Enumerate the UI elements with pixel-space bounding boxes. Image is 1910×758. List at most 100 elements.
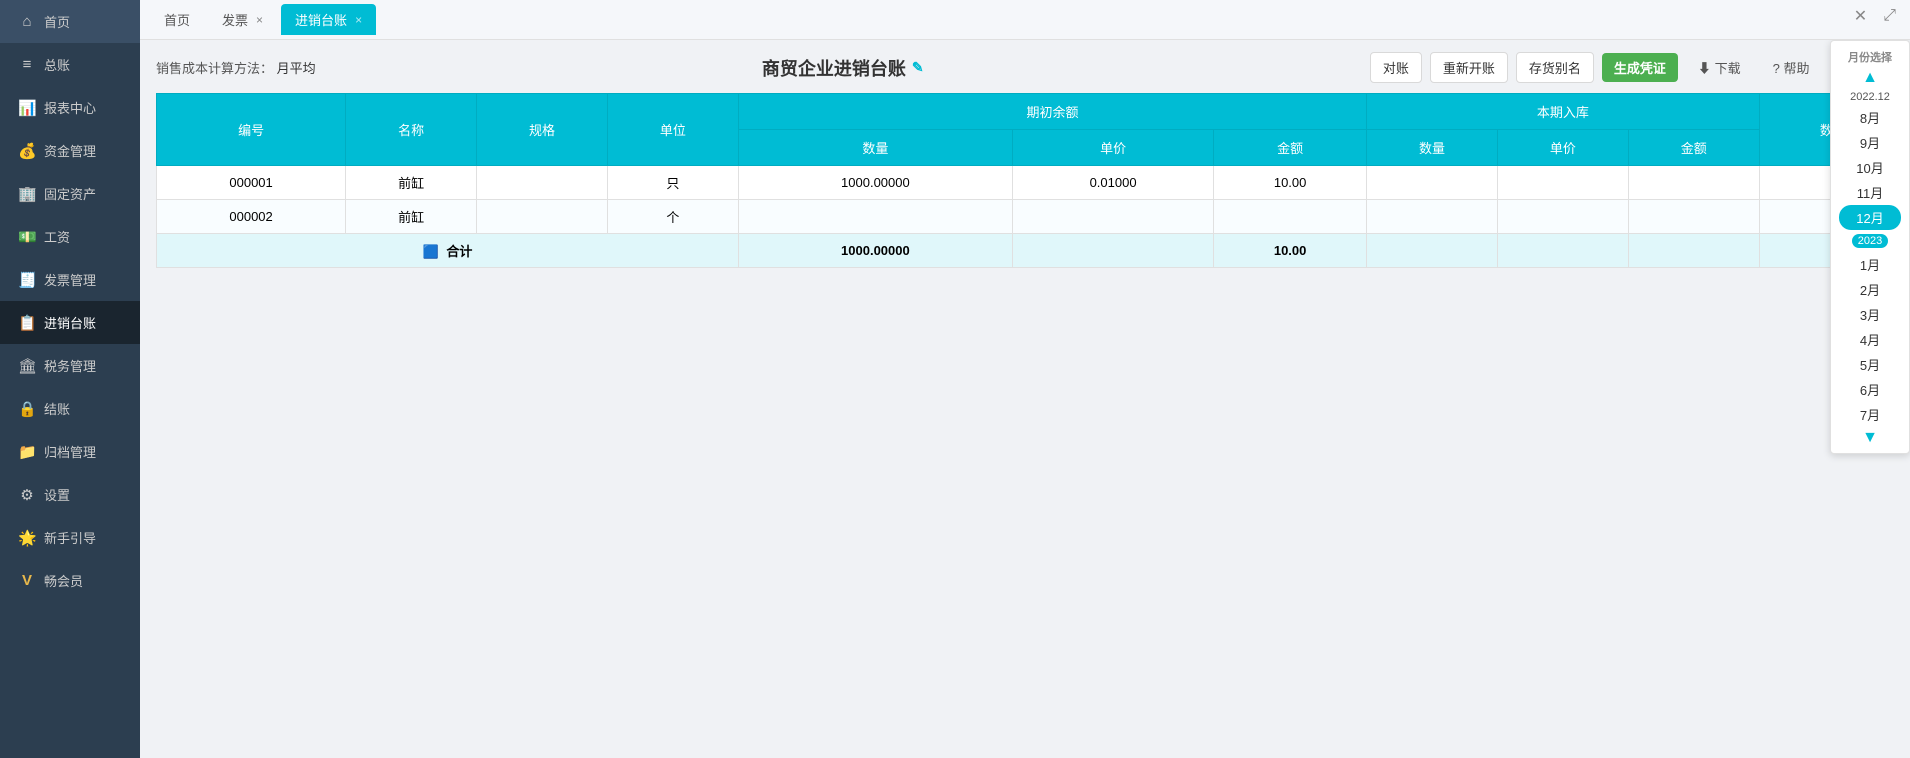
cell-amount-init: 10.00: [1214, 166, 1367, 200]
total-qty-init: 1000.00000: [738, 234, 1012, 268]
cell-price-init: [1012, 200, 1213, 234]
table-row[interactable]: 000001 前缸 只 1000.00000 0.01000 10.00: [157, 166, 1894, 200]
col-header-no: 编号: [157, 94, 346, 166]
tab-home[interactable]: 首页: [150, 4, 204, 35]
cell-unit: 只: [607, 166, 738, 200]
tab-purchase-ledger-label: 进销台账: [295, 10, 347, 29]
cell-amount-init: [1214, 200, 1367, 234]
month-item-9[interactable]: 9月: [1831, 130, 1909, 155]
sidebar-item-reports[interactable]: 📊 报表中心: [0, 86, 140, 129]
cost-method: 销售成本计算方法： 月平均: [156, 58, 316, 77]
sidebar-label-assets: 固定资产: [44, 184, 96, 203]
cell-unit: 个: [607, 200, 738, 234]
col-header-qichu: 期初余额: [738, 94, 1366, 130]
cost-method-label: 销售成本计算方法：: [156, 61, 273, 76]
archive-icon: 📁: [18, 443, 36, 461]
reopen-button[interactable]: 重新开账: [1430, 52, 1508, 83]
info-bar: 销售成本计算方法： 月平均 商贸企业进销台账 ✎ 对账 重新开账 存货别名 生成…: [156, 52, 1894, 83]
col-header-name: 名称: [346, 94, 477, 166]
month-item-7[interactable]: 7月: [1831, 402, 1909, 427]
tab-invoice-close[interactable]: ×: [256, 13, 263, 27]
closing-icon: 🔒: [18, 400, 36, 418]
month-item-10[interactable]: 10月: [1831, 155, 1909, 180]
month-item-5[interactable]: 5月: [1831, 352, 1909, 377]
sidebar-item-finance[interactable]: 💰 资金管理: [0, 129, 140, 172]
edit-icon[interactable]: ✎: [912, 59, 924, 76]
sidebar-item-archive[interactable]: 📁 归档管理: [0, 430, 140, 473]
tab-invoice[interactable]: 发票 ×: [208, 4, 277, 35]
total-label: 合计: [446, 244, 472, 259]
month-prev-button[interactable]: ▲: [1856, 69, 1884, 87]
toolbar-buttons: 对账 重新开账 存货别名 生成凭证 ⬇ 下载 ? 帮助 ↻ 刷新: [1370, 52, 1894, 83]
sidebar-item-member[interactable]: V 畅会员: [0, 559, 140, 602]
month-item-4[interactable]: 4月: [1831, 327, 1909, 352]
sidebar-item-closing[interactable]: 🔒 结账: [0, 387, 140, 430]
generate-voucher-button[interactable]: 生成凭证: [1602, 53, 1678, 82]
sidebar-label-invoice-mgmt: 发票管理: [44, 270, 96, 289]
salary-icon: 💵: [18, 228, 36, 246]
sidebar-item-newbie[interactable]: 🌟 新手引导: [0, 516, 140, 559]
month-next-button[interactable]: ▼: [1856, 429, 1884, 447]
col-header-price-in: 单价: [1497, 130, 1628, 166]
sidebar-label-home: 首页: [44, 12, 70, 31]
tab-invoice-label: 发票: [222, 10, 248, 29]
cell-spec: [477, 166, 608, 200]
tab-purchase-ledger[interactable]: 进销台账 ×: [281, 4, 376, 35]
month-item-11[interactable]: 11月: [1831, 180, 1909, 205]
sidebar-label-purchase-ledger: 进销台账: [44, 313, 96, 332]
col-header-benqi: 本期入库: [1367, 94, 1760, 130]
col-header-unit: 单位: [607, 94, 738, 166]
cell-no: 000001: [157, 166, 346, 200]
month-item-6[interactable]: 6月: [1831, 377, 1909, 402]
settings-icon: ⚙: [18, 486, 36, 504]
window-controls: ✕ ⤢: [1840, 0, 1910, 32]
col-header-price-init: 单价: [1012, 130, 1213, 166]
month-item-3[interactable]: 3月: [1831, 302, 1909, 327]
sidebar-item-invoice-mgmt[interactable]: 🧾 发票管理: [0, 258, 140, 301]
cell-qty-init: [738, 200, 1012, 234]
cell-qty-in: [1367, 166, 1498, 200]
sidebar-item-tax[interactable]: 🏛 税务管理: [0, 344, 140, 387]
tab-home-label: 首页: [164, 10, 190, 29]
help-label: 帮助: [1783, 61, 1809, 76]
col-header-amount-in: 金额: [1628, 130, 1759, 166]
month-nav-down: ▼: [1831, 427, 1909, 449]
total-row: 🟦 合计 1000.00000 10.00: [157, 234, 1894, 268]
total-price-init: [1012, 234, 1213, 268]
save-alias-button[interactable]: 存货别名: [1516, 52, 1594, 83]
cell-amount-in: [1628, 166, 1759, 200]
month-nav-up: ▲: [1831, 67, 1909, 89]
close-button[interactable]: ✕: [1848, 4, 1873, 28]
help-icon: ?: [1773, 61, 1780, 76]
main-area: ✕ ⤢ 首页 发票 × 进销台账 × 销售成本计算方法： 月平均 商贸企业进销台…: [140, 0, 1910, 758]
cell-amount-in: [1628, 200, 1759, 234]
tab-purchase-ledger-close[interactable]: ×: [355, 13, 362, 27]
sidebar-item-salary[interactable]: 💵 工资: [0, 215, 140, 258]
maximize-button[interactable]: ⤢: [1877, 5, 1902, 27]
table-row[interactable]: 000002 前缸 个: [157, 200, 1894, 234]
year-2023-badge: 2023: [1831, 230, 1909, 252]
cell-price-init: 0.01000: [1012, 166, 1213, 200]
tax-icon: 🏛: [18, 357, 36, 375]
sidebar-label-newbie: 新手引导: [44, 528, 96, 547]
reconcile-button[interactable]: 对账: [1370, 52, 1422, 83]
sidebar-item-purchase-ledger[interactable]: 📋 进销台账: [0, 301, 140, 344]
total-amount-init: 10.00: [1214, 234, 1367, 268]
month-item-8[interactable]: 8月: [1831, 105, 1909, 130]
sidebar-item-settings[interactable]: ⚙ 设置: [0, 473, 140, 516]
month-item-2[interactable]: 2月: [1831, 277, 1909, 302]
sidebar-item-home[interactable]: ⌂ 首页: [0, 0, 140, 43]
month-item-12[interactable]: 12月: [1839, 205, 1901, 230]
month-panel: 月份选择 ▲ 2022.12 8月 9月 10月 11月 12月 2023 1月…: [1830, 40, 1910, 454]
month-item-1[interactable]: 1月: [1831, 252, 1909, 277]
purchase-ledger-icon: 📋: [18, 314, 36, 332]
col-header-qty-init: 数量: [738, 130, 1012, 166]
download-button[interactable]: ⬇ 下载: [1686, 53, 1753, 82]
data-table-wrapper: 编号 名称 规格 单位 期初余额 本期入库 数 数量 单价 金额 数量 单价: [156, 93, 1894, 268]
help-button[interactable]: ? 帮助: [1761, 53, 1822, 82]
page-title-text: 商贸企业进销台账: [762, 55, 906, 81]
page-title: 商贸企业进销台账 ✎: [762, 55, 924, 81]
sidebar-item-assets[interactable]: 🏢 固定资产: [0, 172, 140, 215]
sidebar-item-ledger[interactable]: ≡ 总账: [0, 43, 140, 86]
sidebar-label-tax: 税务管理: [44, 356, 96, 375]
